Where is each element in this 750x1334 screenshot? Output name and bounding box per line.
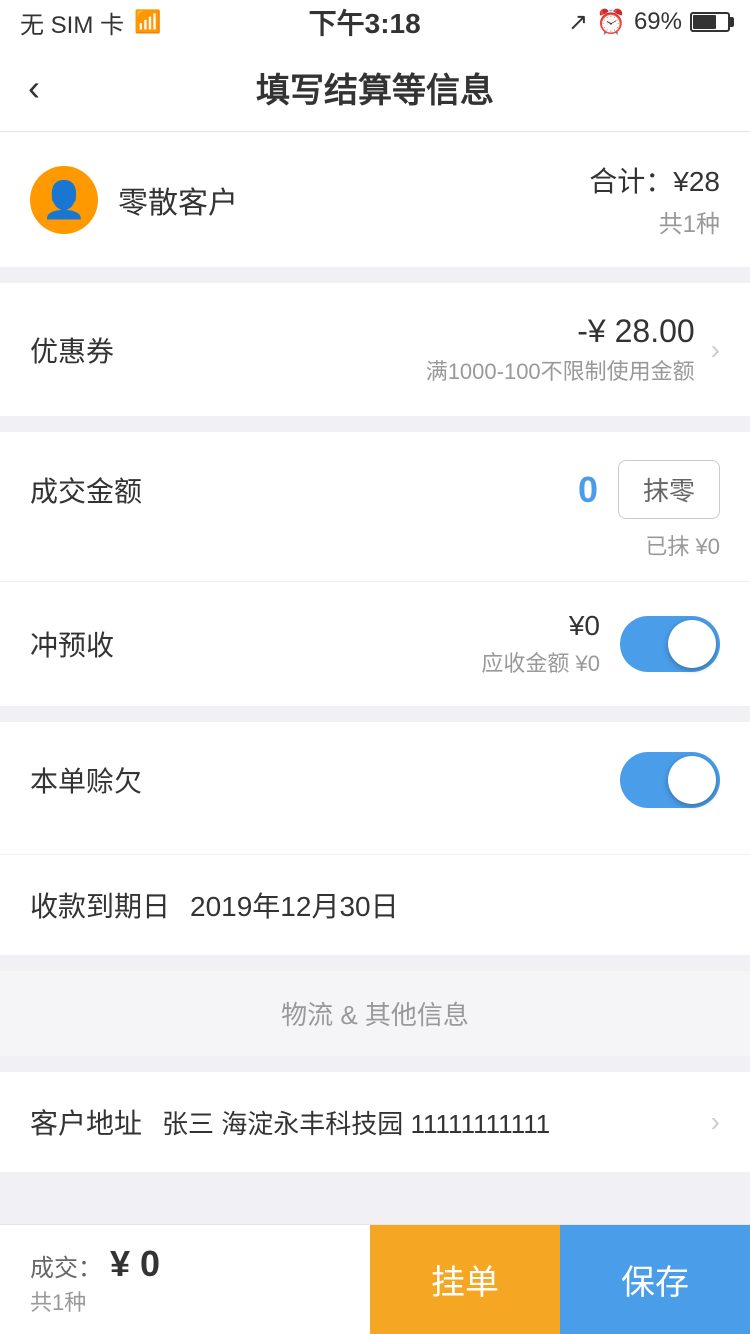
page-title: 填写结算等信息 [256, 63, 494, 112]
bottom-bar: 成交： ¥ 0 共1种 挂单 保存 [0, 1224, 750, 1334]
prepay-right: ¥0 应收金额 ¥0 [481, 610, 720, 678]
total-amount-label: 合计：¥28 [589, 160, 720, 200]
status-right: ↗ ⏰ 69% [568, 8, 730, 37]
coupon-amount: -¥ 28.00 [426, 313, 695, 350]
coupon-section: 优惠券 -¥ 28.00 满1000-100不限制使用金额 › [0, 283, 750, 416]
customer-total: 合计：¥28 共1种 [589, 160, 720, 239]
address-row[interactable]: 客户地址 张三 海淀永丰科技园 11111111111 › [0, 1072, 750, 1172]
bottom-count: 共1种 [30, 1285, 340, 1317]
debt-toggle[interactable] [620, 752, 720, 808]
save-button[interactable]: 保存 [560, 1225, 750, 1334]
coupon-label: 优惠券 [30, 330, 114, 370]
toggle-knob [668, 620, 716, 668]
due-date-value[interactable]: 2019年12月30日 [190, 885, 399, 925]
prepay-row: 冲预收 ¥0 应收金额 ¥0 [0, 581, 750, 706]
due-date-section: 收款到期日 2019年12月30日 [0, 854, 750, 955]
wifi-icon: 📶 [134, 9, 161, 35]
transaction-label: 成交金额 [30, 470, 142, 510]
location-icon: ↗ [568, 8, 588, 37]
due-date-label: 收款到期日 [30, 885, 170, 925]
logistics-label: 物流 & 其他信息 [201, 995, 549, 1032]
chevron-right-icon: › [711, 334, 720, 366]
prepay-label: 冲预收 [30, 624, 114, 664]
alarm-icon: ⏰ [596, 8, 626, 37]
round-button[interactable]: 抹零 [618, 460, 720, 519]
back-button[interactable]: ‹ [28, 67, 40, 109]
status-bar: 无 SIM 卡 📶 下午3:18 ↗ ⏰ 69% [0, 0, 750, 44]
debt-row: 本单赊欠 [0, 722, 750, 838]
bottom-deal-label: 成交： [30, 1248, 102, 1283]
logistics-text: 物流 & 其他信息 [281, 995, 469, 1032]
status-time: 下午3:18 [309, 2, 421, 42]
debt-label: 本单赊欠 [30, 760, 142, 800]
transaction-row: 成交金额 0 抹零 [0, 432, 750, 529]
battery-icon [690, 12, 730, 32]
bottom-info: 成交： ¥ 0 共1种 [0, 1225, 370, 1334]
status-left: 无 SIM 卡 📶 [20, 5, 161, 40]
pending-button[interactable]: 挂单 [370, 1225, 560, 1334]
battery-label: 69% [634, 8, 682, 36]
prepay-amounts: ¥0 应收金额 ¥0 [481, 610, 600, 678]
address-chevron-icon: › [711, 1106, 720, 1138]
debt-section: 本单赊欠 收款到期日 2019年12月30日 [0, 722, 750, 955]
transaction-section: 成交金额 0 抹零 已抹 ¥0 冲预收 ¥0 应收金额 ¥0 [0, 432, 750, 706]
address-label: 客户地址 [30, 1102, 142, 1142]
sim-indicator: 无 SIM 卡 [20, 5, 124, 40]
nav-bar: ‹ 填写结算等信息 [0, 44, 750, 132]
bottom-deal-row: 成交： ¥ 0 [30, 1243, 340, 1285]
prepay-toggle[interactable] [620, 616, 720, 672]
coupon-row[interactable]: 优惠券 -¥ 28.00 满1000-100不限制使用金额 › [0, 283, 750, 416]
total-count: 共1种 [589, 204, 720, 239]
bottom-deal-amount: ¥ 0 [110, 1243, 160, 1285]
coupon-value-block: -¥ 28.00 满1000-100不限制使用金额 [426, 313, 695, 386]
avatar: 👤 [30, 166, 98, 234]
customer-name: 零散客户 [118, 178, 238, 222]
coupon-right: -¥ 28.00 满1000-100不限制使用金额 › [426, 313, 720, 386]
address-value: 张三 海淀永丰科技园 11111111111 [162, 1104, 691, 1141]
customer-left: 👤 零散客户 [30, 166, 238, 234]
coupon-desc: 满1000-100不限制使用金额 [426, 354, 695, 386]
already-deducted: 已抹 ¥0 [0, 529, 750, 581]
transaction-right: 0 抹零 [538, 460, 720, 519]
transaction-value[interactable]: 0 [538, 469, 598, 511]
customer-row: 👤 零散客户 合计：¥28 共1种 [0, 132, 750, 267]
prepay-value: ¥0 [481, 610, 600, 642]
debt-toggle-knob [668, 756, 716, 804]
avatar-icon: 👤 [42, 179, 87, 221]
prepay-sub: 应收金额 ¥0 [481, 646, 600, 678]
content: 👤 零散客户 合计：¥28 共1种 优惠券 -¥ 28.00 满1000-100… [0, 132, 750, 1308]
logistics-divider: 物流 & 其他信息 [0, 971, 750, 1056]
